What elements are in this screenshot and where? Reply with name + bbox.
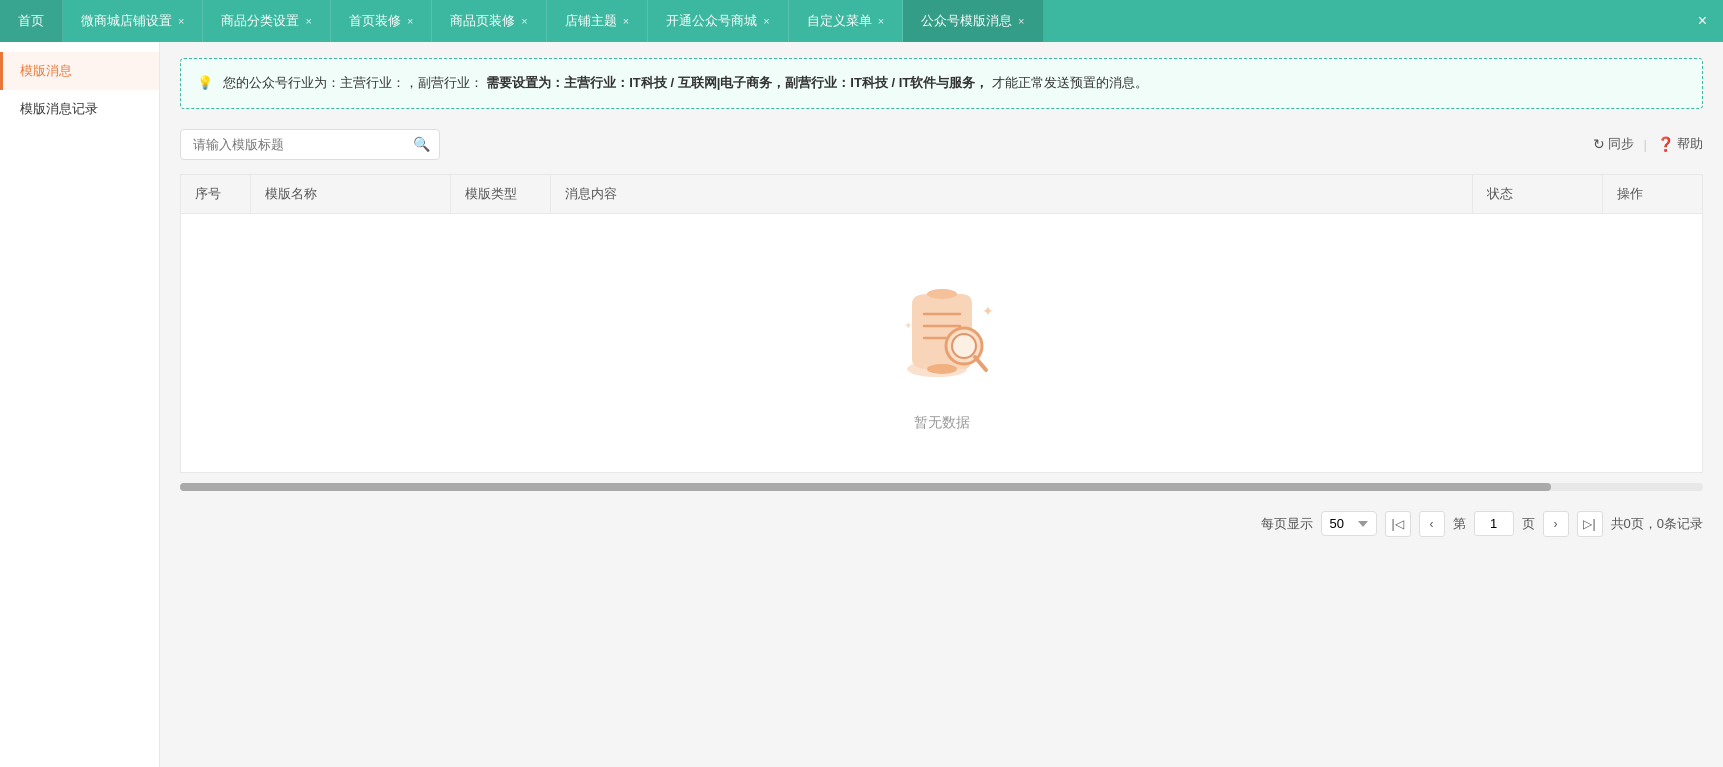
data-table: 序号 模版名称 模版类型 消息内容 状态 操作 xyxy=(180,174,1703,473)
page-suffix: 页 xyxy=(1522,515,1535,533)
sidebar-item-template-msg[interactable]: 模版消息 xyxy=(0,52,159,90)
tab-template-msg-close[interactable]: × xyxy=(1018,15,1024,27)
last-page-button[interactable]: ▷| xyxy=(1577,511,1603,537)
tab-custom-menu[interactable]: 自定义菜单 × xyxy=(789,0,903,42)
tab-home-decor[interactable]: 首页装修 × xyxy=(331,0,432,42)
notice-highlight: 需要设置为：主营行业：IT科技 / 互联网|电子商务，副营行业：IT科技 / I… xyxy=(486,75,988,90)
notice-text-after: 才能正常发送预置的消息。 xyxy=(992,75,1148,90)
tab-category-settings-close[interactable]: × xyxy=(305,15,311,27)
search-actions: ↻ 同步 | ❓ 帮助 xyxy=(1593,135,1703,153)
empty-illustration: ✦ ✦ xyxy=(882,274,1002,394)
empty-row: ✦ ✦ 暂无数据 xyxy=(181,213,1703,472)
col-index: 序号 xyxy=(181,174,251,213)
tab-home-label: 首页 xyxy=(18,12,44,30)
tab-open-mall[interactable]: 开通公众号商城 × xyxy=(648,0,788,42)
empty-state: ✦ ✦ 暂无数据 xyxy=(181,214,1702,472)
tab-store-settings-label: 微商城店铺设置 xyxy=(81,12,172,30)
scrollbar-area[interactable] xyxy=(180,483,1703,491)
tab-template-msg-label: 公众号模版消息 xyxy=(921,12,1012,30)
help-button[interactable]: ❓ 帮助 xyxy=(1657,135,1703,153)
tab-open-mall-close[interactable]: × xyxy=(763,15,769,27)
tab-home-decor-close[interactable]: × xyxy=(407,15,413,27)
search-bar: 🔍 ↻ 同步 | ❓ 帮助 xyxy=(180,129,1703,160)
tab-custom-menu-close[interactable]: × xyxy=(878,15,884,27)
close-all-button[interactable]: × xyxy=(1682,0,1723,42)
top-nav: 首页 微商城店铺设置 × 商品分类设置 × 首页装修 × 商品页装修 × 店铺主… xyxy=(0,0,1723,42)
tab-home-decor-label: 首页装修 xyxy=(349,12,401,30)
per-page-select[interactable]: 50 20 100 xyxy=(1321,511,1377,536)
first-page-button[interactable]: |◁ xyxy=(1385,511,1411,537)
tab-product-decor[interactable]: 商品页装修 × xyxy=(432,0,546,42)
notice-text-before: 您的公众号行业为：主营行业：，副营行业： xyxy=(223,75,483,90)
tab-open-mall-label: 开通公众号商城 xyxy=(666,12,757,30)
tab-template-msg[interactable]: 公众号模版消息 × xyxy=(903,0,1043,42)
col-status: 状态 xyxy=(1473,174,1603,213)
content-area: 💡 您的公众号行业为：主营行业：，副营行业： 需要设置为：主营行业：IT科技 /… xyxy=(160,42,1723,767)
total-info: 共0页，0条记录 xyxy=(1611,515,1703,533)
search-icon[interactable]: 🔍 xyxy=(413,136,430,152)
table-header: 序号 模版名称 模版类型 消息内容 状态 操作 xyxy=(181,174,1703,213)
page-input[interactable] xyxy=(1474,511,1514,536)
empty-text: 暂无数据 xyxy=(181,414,1702,432)
sidebar: 模版消息 模版消息记录 xyxy=(0,42,160,767)
next-page-button[interactable]: › xyxy=(1543,511,1569,537)
tab-custom-menu-label: 自定义菜单 xyxy=(807,12,872,30)
tab-store-theme-label: 店铺主题 xyxy=(565,12,617,30)
main-layout: 模版消息 模版消息记录 💡 您的公众号行业为：主营行业：，副营行业： 需要设置为… xyxy=(0,42,1723,767)
svg-text:✦: ✦ xyxy=(904,320,912,331)
help-label: 帮助 xyxy=(1677,135,1703,153)
prev-page-button[interactable]: ‹ xyxy=(1419,511,1445,537)
scrollbar-thumb[interactable] xyxy=(180,483,1551,491)
tab-product-decor-label: 商品页装修 xyxy=(450,12,515,30)
tab-store-settings[interactable]: 微商城店铺设置 × xyxy=(63,0,203,42)
col-name: 模版名称 xyxy=(251,174,451,213)
sidebar-item-template-msg-label: 模版消息 xyxy=(20,63,72,78)
sidebar-item-template-record[interactable]: 模版消息记录 xyxy=(0,90,159,128)
notice-box: 💡 您的公众号行业为：主营行业：，副营行业： 需要设置为：主营行业：IT科技 /… xyxy=(180,58,1703,109)
col-action: 操作 xyxy=(1603,174,1703,213)
tab-store-theme-close[interactable]: × xyxy=(623,15,629,27)
tab-category-settings[interactable]: 商品分类设置 × xyxy=(203,0,330,42)
search-input[interactable] xyxy=(180,129,440,160)
tab-store-settings-close[interactable]: × xyxy=(178,15,184,27)
col-content: 消息内容 xyxy=(551,174,1473,213)
per-page-label: 每页显示 xyxy=(1261,515,1313,533)
pagination: 每页显示 50 20 100 |◁ ‹ 第 页 › ▷| 共0页，0条记录 xyxy=(180,501,1703,541)
col-type: 模版类型 xyxy=(451,174,551,213)
tab-home[interactable]: 首页 xyxy=(0,0,63,42)
svg-point-1 xyxy=(927,289,957,299)
sync-icon: ↻ xyxy=(1593,136,1605,152)
svg-point-2 xyxy=(927,364,957,374)
svg-line-8 xyxy=(975,357,986,370)
svg-text:✦: ✦ xyxy=(982,303,994,319)
help-icon: ❓ xyxy=(1657,136,1674,152)
sidebar-item-template-record-label: 模版消息记录 xyxy=(20,101,98,116)
sync-button[interactable]: ↻ 同步 xyxy=(1593,135,1634,153)
divider: | xyxy=(1644,137,1647,152)
search-input-wrap: 🔍 xyxy=(180,129,440,160)
table-body: ✦ ✦ 暂无数据 xyxy=(181,213,1703,472)
notice-icon: 💡 xyxy=(197,75,213,90)
page-label: 第 xyxy=(1453,515,1466,533)
tab-category-settings-label: 商品分类设置 xyxy=(221,12,299,30)
tab-product-decor-close[interactable]: × xyxy=(521,15,527,27)
sync-label: 同步 xyxy=(1608,135,1634,153)
tab-store-theme[interactable]: 店铺主题 × xyxy=(547,0,648,42)
svg-point-7 xyxy=(952,334,976,358)
